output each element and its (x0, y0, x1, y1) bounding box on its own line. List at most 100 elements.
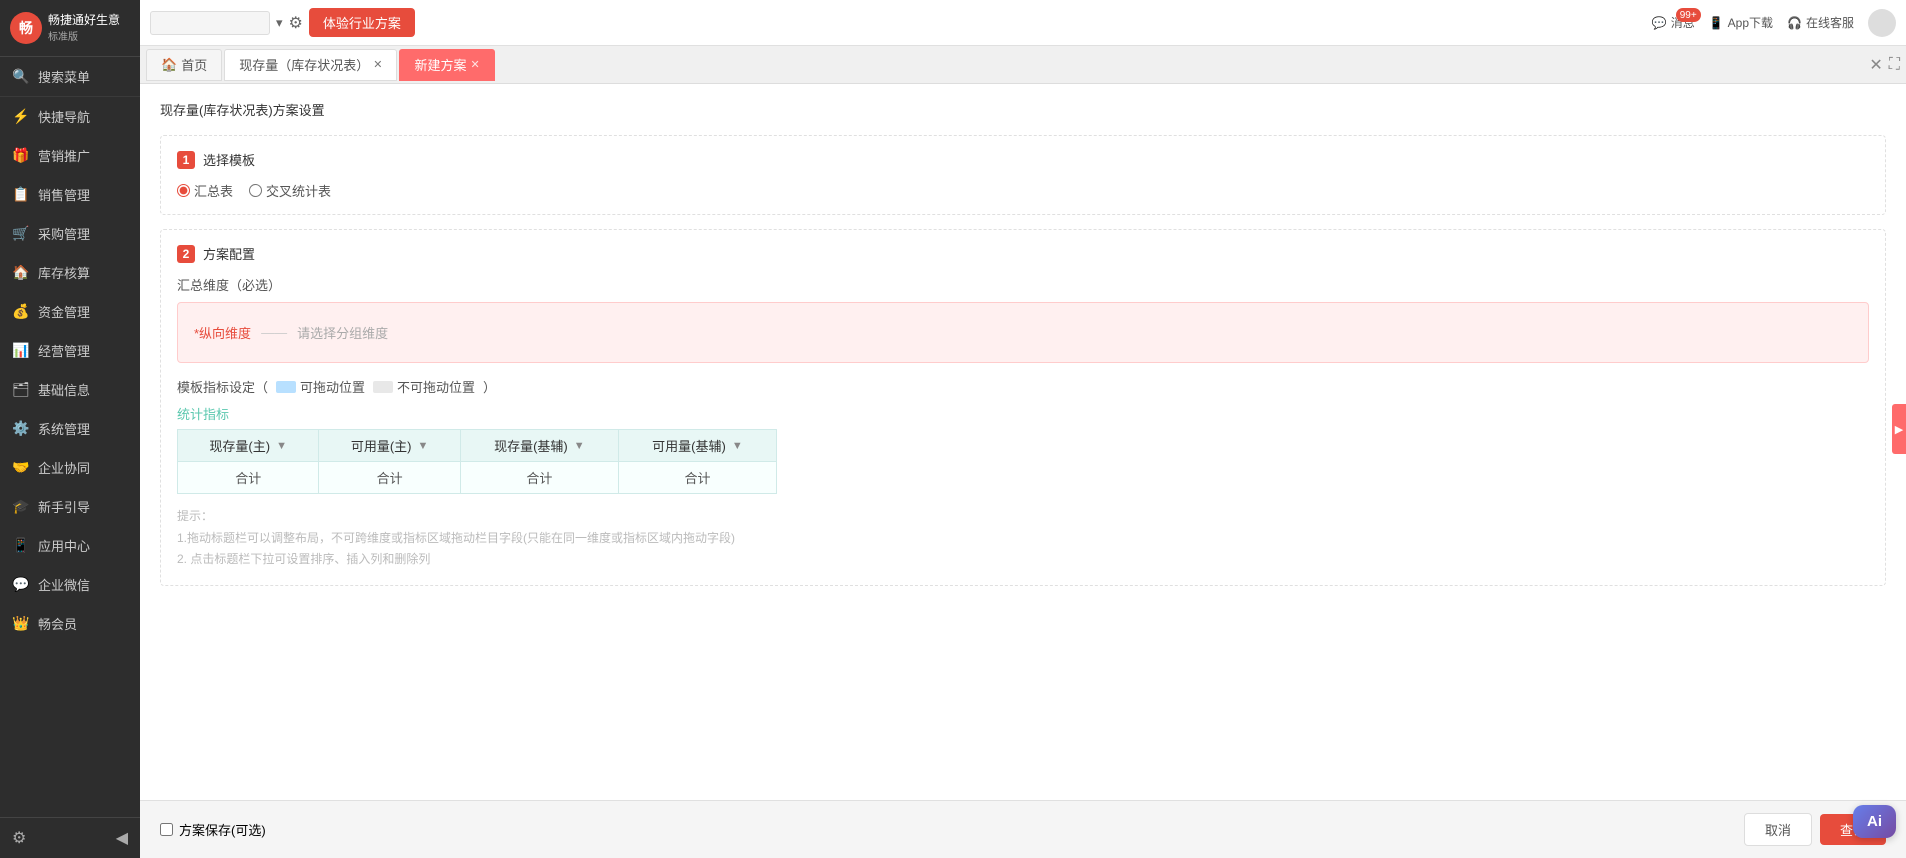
radio-summary[interactable]: 汇总表 (177, 181, 233, 200)
radio-summary-input[interactable] (177, 184, 190, 197)
cancel-button[interactable]: 取消 (1744, 813, 1812, 846)
col2-dropdown-icon[interactable]: ▼ (574, 440, 585, 452)
section2-number: 2 (177, 245, 195, 263)
online-service-button[interactable]: 🎧 在线客服 (1787, 14, 1854, 31)
save-checkbox[interactable]: 方案保存(可选) (160, 820, 1736, 839)
main-area: ▾ ⚙ 体验行业方案 💬 消息 99+ 📱 App下载 🎧 在线客服 🏠 (140, 0, 1906, 858)
sidebar-item-basic-info[interactable]: 🗂 基础信息 (0, 370, 140, 409)
section1-number: 1 (177, 151, 195, 169)
metrics-label: 模板指标设定（ 可拖动位置 不可拖动位置 ） (177, 377, 1869, 396)
dimension-placeholder: 请选择分组维度 (297, 323, 388, 342)
tab-new-plan[interactable]: 新建方案 ✕ (399, 49, 494, 81)
tab-bar-actions: ✕ ⛶ (1869, 55, 1900, 75)
logo-icon: 畅 (10, 12, 42, 44)
system-icon: ⚙️ (12, 420, 30, 438)
expand-panel-button[interactable]: ⛶ (1889, 56, 1900, 74)
sidebar-item-purchase[interactable]: 🛒 采购管理 (0, 214, 140, 253)
cell-0-2: 合计 (460, 462, 618, 494)
section-plan-config: 2 方案配置 汇总维度（必选） *纵向维度 —— 请选择分组维度 模板指标设定（… (160, 229, 1886, 586)
sidebar-item-enterprise[interactable]: 🤝 企业协同 (0, 448, 140, 487)
col-header-1[interactable]: 可用量(主) ▼ (319, 430, 460, 462)
tab-bar: 🏠 首页 现存量（库存状况表） ✕ 新建方案 ✕ ✕ ⛶ (140, 46, 1906, 84)
inventory-icon: 🏠 (12, 264, 30, 282)
cell-0-3: 合计 (618, 462, 776, 494)
expand-tab[interactable]: ▶ (1892, 404, 1906, 454)
dropdown-button[interactable]: ▾ (276, 15, 283, 31)
section1-header: 1 选择模板 (177, 150, 1869, 169)
dimension-box[interactable]: *纵向维度 —— 请选择分组维度 (177, 302, 1869, 363)
stats-title: 统计指标 (177, 404, 1869, 423)
collapse-icon[interactable]: ◀ (116, 828, 128, 848)
aggregate-label: 汇总维度（必选） (177, 275, 1869, 294)
sidebar-item-system[interactable]: ⚙️ 系统管理 (0, 409, 140, 448)
stats-table: 现存量(主) ▼ 可用量(主) ▼ (177, 429, 777, 494)
search-input[interactable] (150, 11, 270, 35)
col-header-3[interactable]: 可用量(基辅) ▼ (618, 430, 776, 462)
radio-cross-input[interactable] (249, 184, 262, 197)
content-area: 现存量(库存状况表)方案设置 1 选择模板 汇总表 交叉统计表 2 (140, 84, 1906, 800)
settings-icon[interactable]: ⚙ (12, 828, 26, 848)
section2-header: 2 方案配置 (177, 244, 1869, 263)
draggable-legend-box (276, 381, 296, 393)
sidebar-item-sales[interactable]: 📋 销售管理 (0, 175, 140, 214)
sidebar-item-marketing[interactable]: 🎁 营销推广 (0, 136, 140, 175)
sidebar-item-finance[interactable]: 💰 资金管理 (0, 292, 140, 331)
top-bar-right: 💬 消息 99+ 📱 App下载 🎧 在线客服 (1652, 9, 1896, 37)
logo-text: 畅捷通好生意 标准版 (48, 13, 120, 44)
sidebar-footer: ⚙ ◀ (0, 817, 140, 858)
message-button[interactable]: 💬 消息 99+ (1652, 14, 1695, 31)
col-header-2[interactable]: 现存量(基辅) ▼ (460, 430, 618, 462)
page-title: 现存量(库存状况表)方案设置 (160, 100, 1886, 119)
section-choose-template: 1 选择模板 汇总表 交叉统计表 (160, 135, 1886, 215)
purchase-icon: 🛒 (12, 225, 30, 243)
cell-0-0: 合计 (178, 462, 319, 494)
col0-dropdown-icon[interactable]: ▼ (276, 440, 287, 452)
message-badge: 99+ (1676, 8, 1701, 22)
sidebar-item-newbie[interactable]: 🎓 新手引导 (0, 487, 140, 526)
top-bar-left: ▾ ⚙ 体验行业方案 (150, 8, 1644, 37)
tab-close-new-plan[interactable]: ✕ (470, 58, 479, 71)
table-row: 合计 合计 合计 合计 (178, 462, 777, 494)
sidebar-item-wechat[interactable]: 💬 企业微信 (0, 565, 140, 604)
sidebar-item-quick-nav[interactable]: ⚡ 快捷导航 (0, 97, 140, 136)
tab-close-inventory[interactable]: ✕ (373, 58, 382, 71)
col1-dropdown-icon[interactable]: ▼ (418, 440, 429, 452)
search-icon: 🔍 (12, 68, 30, 86)
operations-icon: 📊 (12, 342, 30, 360)
gear-button[interactable]: ⚙ (289, 13, 303, 33)
close-panel-button[interactable]: ✕ (1869, 55, 1882, 75)
tab-home[interactable]: 🏠 首页 (146, 49, 222, 81)
sidebar-item-operations[interactable]: 📊 经营管理 (0, 331, 140, 370)
col3-dropdown-icon[interactable]: ▼ (732, 440, 743, 452)
tab-inventory-status[interactable]: 现存量（库存状况表） ✕ (224, 49, 397, 81)
top-bar: ▾ ⚙ 体验行业方案 💬 消息 99+ 📱 App下载 🎧 在线客服 (140, 0, 1906, 46)
avatar[interactable] (1868, 9, 1896, 37)
col-header-0[interactable]: 现存量(主) ▼ (178, 430, 319, 462)
app-center-icon: 📱 (12, 537, 30, 555)
newbie-icon: 🎓 (12, 498, 30, 516)
dimension-dash: —— (261, 325, 287, 340)
cell-0-1: 合计 (319, 462, 460, 494)
metrics-section: 模板指标设定（ 可拖动位置 不可拖动位置 ） 统计指标 (177, 377, 1869, 494)
sidebar-item-search[interactable]: 🔍 搜索菜单 (0, 57, 140, 97)
save-checkbox-input[interactable] (160, 823, 173, 836)
tips-section: 提示： 1.拖动标题栏可以调整布局，不可跨维度或指标区域拖动栏目字段(只能在同一… (177, 506, 1869, 571)
marketing-icon: 🎁 (12, 147, 30, 165)
ai-fab[interactable]: Ai (1853, 805, 1896, 838)
non-draggable-legend-box (373, 381, 393, 393)
required-star: *纵向维度 (194, 323, 251, 342)
finance-icon: 💰 (12, 303, 30, 321)
app-download-button[interactable]: 📱 App下载 (1709, 14, 1773, 31)
sidebar-item-vip[interactable]: 👑 畅会员 (0, 604, 140, 643)
enterprise-icon: 🤝 (12, 459, 30, 477)
sales-icon: 📋 (12, 186, 30, 204)
non-draggable-legend: 不可拖动位置 (373, 377, 475, 396)
home-icon: 🏠 (161, 57, 177, 73)
draggable-legend: 可拖动位置 (276, 377, 365, 396)
sidebar-item-app-center[interactable]: 📱 应用中心 (0, 526, 140, 565)
sidebar-item-inventory[interactable]: 🏠 库存核算 (0, 253, 140, 292)
industry-button[interactable]: 体验行业方案 (309, 8, 415, 37)
bottom-bar: 方案保存(可选) 取消 查询 (140, 800, 1906, 858)
wechat-icon: 💬 (12, 576, 30, 594)
radio-cross[interactable]: 交叉统计表 (249, 181, 331, 200)
